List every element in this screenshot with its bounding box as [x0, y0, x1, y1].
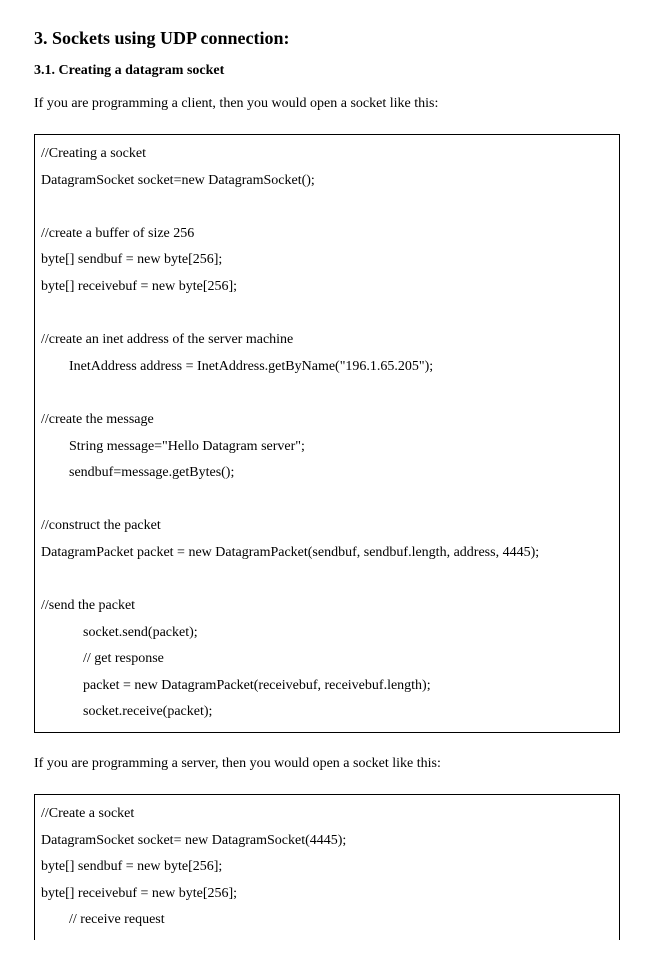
code-block-client: //Creating a socket DatagramSocket socke…: [34, 134, 620, 733]
code-line: String message="Hello Datagram server";: [41, 434, 305, 461]
code-line: // get response: [41, 646, 164, 673]
code-line: byte[] receivebuf = new byte[256];: [41, 279, 237, 294]
code-line: // receive request: [41, 907, 165, 934]
code-line: //Creating a socket: [41, 146, 146, 161]
intro-paragraph-client: If you are programming a client, then yo…: [34, 93, 620, 114]
code-line: packet = new DatagramPacket(receivebuf, …: [41, 673, 431, 700]
code-line: //Create a socket: [41, 806, 134, 821]
code-line: byte[] receivebuf = new byte[256];: [41, 886, 237, 901]
code-line: sendbuf=message.getBytes();: [41, 460, 234, 487]
code-line: //construct the packet: [41, 518, 161, 533]
code-line: //send the packet: [41, 598, 135, 613]
code-line: DatagramPacket packet = new DatagramPack…: [41, 545, 539, 560]
code-block-server: //Create a socket DatagramSocket socket=…: [34, 794, 620, 940]
code-line: socket.send(packet);: [41, 620, 198, 647]
code-line: DatagramSocket socket= new DatagramSocke…: [41, 833, 346, 848]
code-line: socket.receive(packet);: [41, 699, 212, 726]
code-line: InetAddress address = InetAddress.getByN…: [41, 354, 433, 381]
code-line: byte[] sendbuf = new byte[256];: [41, 859, 222, 874]
code-line: byte[] sendbuf = new byte[256];: [41, 252, 222, 267]
code-line: //create a buffer of size 256: [41, 226, 194, 241]
subsection-heading: 3.1. Creating a datagram socket: [34, 63, 620, 79]
intro-paragraph-server: If you are programming a server, then yo…: [34, 753, 620, 774]
code-line: //create the message: [41, 412, 154, 427]
code-line: DatagramSocket socket=new DatagramSocket…: [41, 173, 315, 188]
code-line: //create an inet address of the server m…: [41, 332, 293, 347]
section-heading: 3. Sockets using UDP connection:: [34, 28, 620, 49]
